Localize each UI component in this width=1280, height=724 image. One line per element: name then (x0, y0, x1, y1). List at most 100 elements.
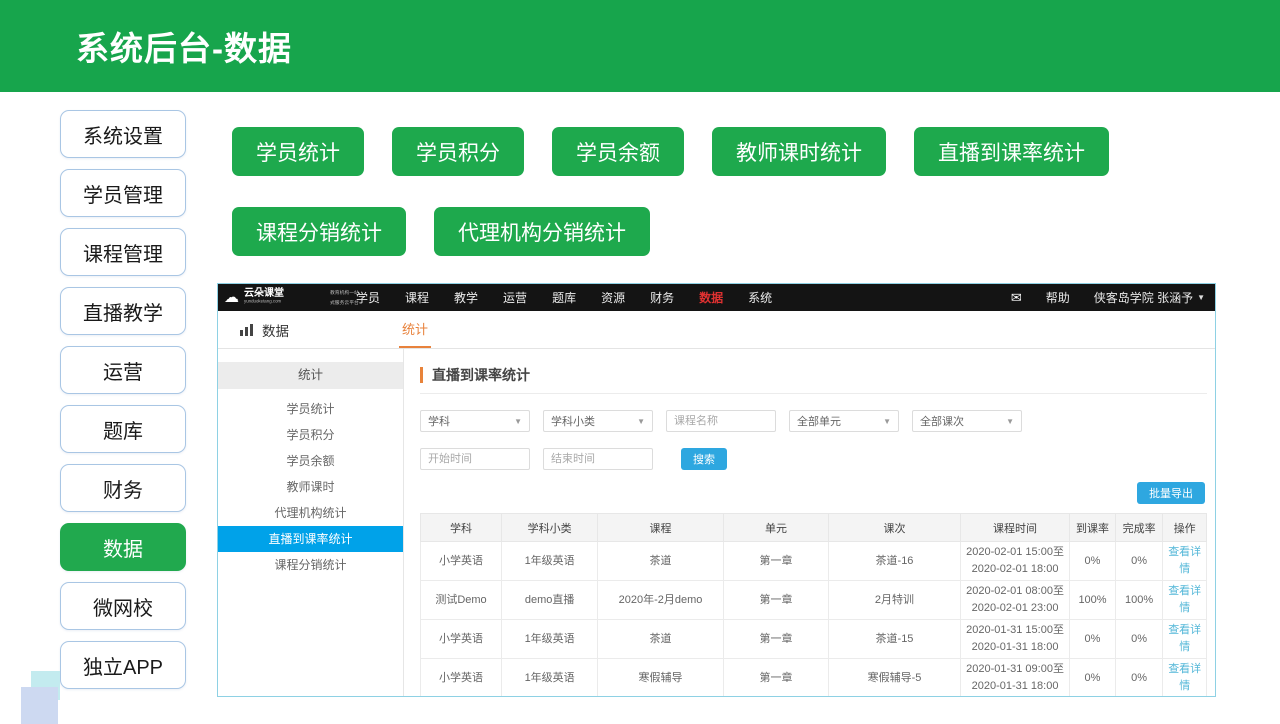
chevron-down-icon: ▼ (1197, 293, 1205, 302)
account-dropdown[interactable]: 侠客岛学院 张涵予 ▼ (1094, 289, 1205, 306)
menu-item-teacher-hours[interactable]: 教师课时 (218, 474, 403, 500)
page-banner: 系统后台-数据 (0, 0, 1280, 92)
section-name: 数据 (262, 320, 289, 340)
nav-item-system[interactable]: 系统 (748, 289, 772, 306)
sidebar-item-course-management[interactable]: 课程管理 (60, 228, 186, 276)
stats-menu: 统计 学员统计 学员积分 学员余额 教师课时 代理机构统计 直播到课率统计 课程… (218, 349, 404, 697)
sidebar-item-system-settings[interactable]: 系统设置 (60, 110, 186, 158)
end-time-input[interactable] (543, 448, 653, 470)
course-name-input[interactable] (666, 410, 776, 432)
nav-item-question-bank[interactable]: 题库 (552, 289, 576, 306)
col-course-time: 课程时间 (960, 514, 1069, 542)
sidebar-item-data[interactable]: 数据 (60, 523, 186, 571)
menu-item-student-points[interactable]: 学员积分 (218, 422, 403, 448)
sidebar-item-question-bank[interactable]: 题库 (60, 405, 186, 453)
pill-teacher-hours-stats[interactable]: 教师课时统计 (712, 127, 886, 176)
tab-statistics[interactable]: 统计 (399, 311, 431, 348)
content-heading: 直播到课率统计 (420, 367, 1207, 383)
chevron-down-icon: ▼ (1006, 417, 1014, 426)
page-title: 系统后台-数据 (76, 22, 292, 70)
nav-item-operations[interactable]: 运营 (503, 289, 527, 306)
admin-nav-right: ✉ 帮助 侠客岛学院 张涵予 ▼ (1011, 289, 1205, 306)
admin-tabbar: 数据 统计 (218, 311, 1215, 349)
nav-item-teaching[interactable]: 教学 (454, 289, 478, 306)
sidebar-item-finance[interactable]: 财务 (60, 464, 186, 512)
sidebar-item-micro-school[interactable]: 微网校 (60, 582, 186, 630)
nav-item-data[interactable]: 数据 (699, 289, 723, 306)
admin-screenshot-panel: ☁ 云朵课堂 yunduoketang.com 教育机构一站 式服务云平台 学员… (217, 283, 1216, 697)
col-completion: 完成率 (1115, 514, 1163, 542)
stats-content: 直播到课率统计 学科 ▼ 学科小类 ▼ 全部单元 ▼ 全部课次 ▼ (404, 349, 1215, 697)
admin-navbar: ☁ 云朵课堂 yunduoketang.com 教育机构一站 式服务云平台 学员… (218, 284, 1215, 311)
lesson-select[interactable]: 全部课次 ▼ (912, 410, 1022, 432)
nav-item-courses[interactable]: 课程 (405, 289, 429, 306)
col-unit: 单元 (723, 514, 828, 542)
col-subject: 学科 (421, 514, 502, 542)
col-course: 课程 (598, 514, 724, 542)
logo-tagline-1: 教育机构一站 (330, 290, 359, 296)
admin-nav-items: 学员 课程 教学 运营 题库 资源 财务 数据 系统 (356, 289, 772, 306)
unit-select[interactable]: 全部单元 ▼ (789, 410, 899, 432)
col-lesson: 课次 (829, 514, 961, 542)
col-attendance: 到课率 (1070, 514, 1116, 542)
nav-item-students[interactable]: 学员 (356, 289, 380, 306)
left-rail: 系统设置 学员管理 课程管理 直播教学 运营 题库 财务 数据 微网校 独立AP… (60, 110, 186, 700)
table-row: 测试Demo demo直播 2020年-2月demo 第一章 2月特训 2020… (421, 581, 1207, 620)
pill-course-distribution-stats[interactable]: 课程分销统计 (232, 207, 406, 256)
sidebar-item-standalone-app[interactable]: 独立APP (60, 641, 186, 689)
pill-student-balance[interactable]: 学员余额 (552, 127, 684, 176)
nav-item-resources[interactable]: 资源 (601, 289, 625, 306)
heading-divider (420, 393, 1207, 394)
sidebar-item-live-teaching[interactable]: 直播教学 (60, 287, 186, 335)
menu-item-live-attendance-stats[interactable]: 直播到课率统计 (218, 526, 403, 552)
quick-pills-row1: 学员统计 学员积分 学员余额 教师课时统计 直播到课率统计 (232, 127, 1109, 176)
pill-student-points[interactable]: 学员积分 (392, 127, 524, 176)
menu-item-course-distribution-stats[interactable]: 课程分销统计 (218, 552, 403, 578)
deco-square-blue (21, 687, 58, 724)
col-action: 操作 (1163, 514, 1207, 542)
start-time-input[interactable] (420, 448, 530, 470)
logo-name: 云朵课堂 (244, 289, 312, 299)
chevron-down-icon: ▼ (637, 417, 645, 426)
admin-body: 统计 学员统计 学员积分 学员余额 教师课时 代理机构统计 直播到课率统计 课程… (218, 349, 1215, 697)
menu-item-student-stats[interactable]: 学员统计 (218, 396, 403, 422)
col-subcategory: 学科小类 (502, 514, 598, 542)
search-button[interactable]: 搜索 (681, 448, 727, 470)
export-row: 批量导出 (420, 482, 1207, 504)
chevron-down-icon: ▼ (514, 417, 522, 426)
help-link[interactable]: 帮助 (1046, 289, 1070, 306)
menu-item-agency-stats[interactable]: 代理机构统计 (218, 500, 403, 526)
filter-row-1: 学科 ▼ 学科小类 ▼ 全部单元 ▼ 全部课次 ▼ (420, 410, 1207, 432)
stats-menu-header: 统计 (218, 362, 403, 389)
subcategory-select[interactable]: 学科小类 ▼ (543, 410, 653, 432)
pill-live-attendance-stats[interactable]: 直播到课率统计 (914, 127, 1109, 176)
table-row: 小学英语 1年级英语 茶道 第一章 茶道-16 2020-02-01 15:00… (421, 542, 1207, 581)
bar-chart-icon (240, 323, 255, 336)
table-row: 小学英语 1年级英语 寒假辅导 第一章 寒假辅导-5 2020-01-31 09… (421, 659, 1207, 697)
chevron-down-icon: ▼ (883, 417, 891, 426)
view-detail-link[interactable]: 查看详情 (1163, 620, 1207, 659)
logo-tagline-2: 式服务云平台 (330, 300, 359, 306)
section-label: 数据 (240, 320, 289, 340)
mail-icon[interactable]: ✉ (1011, 290, 1022, 306)
view-detail-link[interactable]: 查看详情 (1163, 659, 1207, 697)
view-detail-link[interactable]: 查看详情 (1163, 581, 1207, 620)
table-header-row: 学科 学科小类 课程 单元 课次 课程时间 到课率 完成率 操作 (421, 514, 1207, 542)
yunduo-logo: ☁ 云朵课堂 yunduoketang.com 教育机构一站 式服务云平台 (224, 288, 334, 308)
table-row: 小学英语 1年级英语 茶道 第一章 茶道-15 2020-01-31 15:00… (421, 620, 1207, 659)
account-name: 侠客岛学院 张涵予 (1094, 289, 1193, 306)
nav-item-finance[interactable]: 财务 (650, 289, 674, 306)
view-detail-link[interactable]: 查看详情 (1163, 542, 1207, 581)
pill-agency-distribution-stats[interactable]: 代理机构分销统计 (434, 207, 650, 256)
batch-export-button[interactable]: 批量导出 (1137, 482, 1205, 504)
attendance-table: 学科 学科小类 课程 单元 课次 课程时间 到课率 完成率 操作 小学英语 1年 (420, 513, 1207, 697)
sidebar-item-student-management[interactable]: 学员管理 (60, 169, 186, 217)
pill-student-stats[interactable]: 学员统计 (232, 127, 364, 176)
logo-url: yunduoketang.com (244, 299, 281, 303)
menu-item-student-balance[interactable]: 学员余额 (218, 448, 403, 474)
filter-row-2: 搜索 (420, 448, 1207, 470)
cloud-logo-icon: ☁ (224, 290, 239, 305)
quick-pills-row2: 课程分销统计 代理机构分销统计 (232, 207, 650, 256)
sidebar-item-operations[interactable]: 运营 (60, 346, 186, 394)
subject-select[interactable]: 学科 ▼ (420, 410, 530, 432)
